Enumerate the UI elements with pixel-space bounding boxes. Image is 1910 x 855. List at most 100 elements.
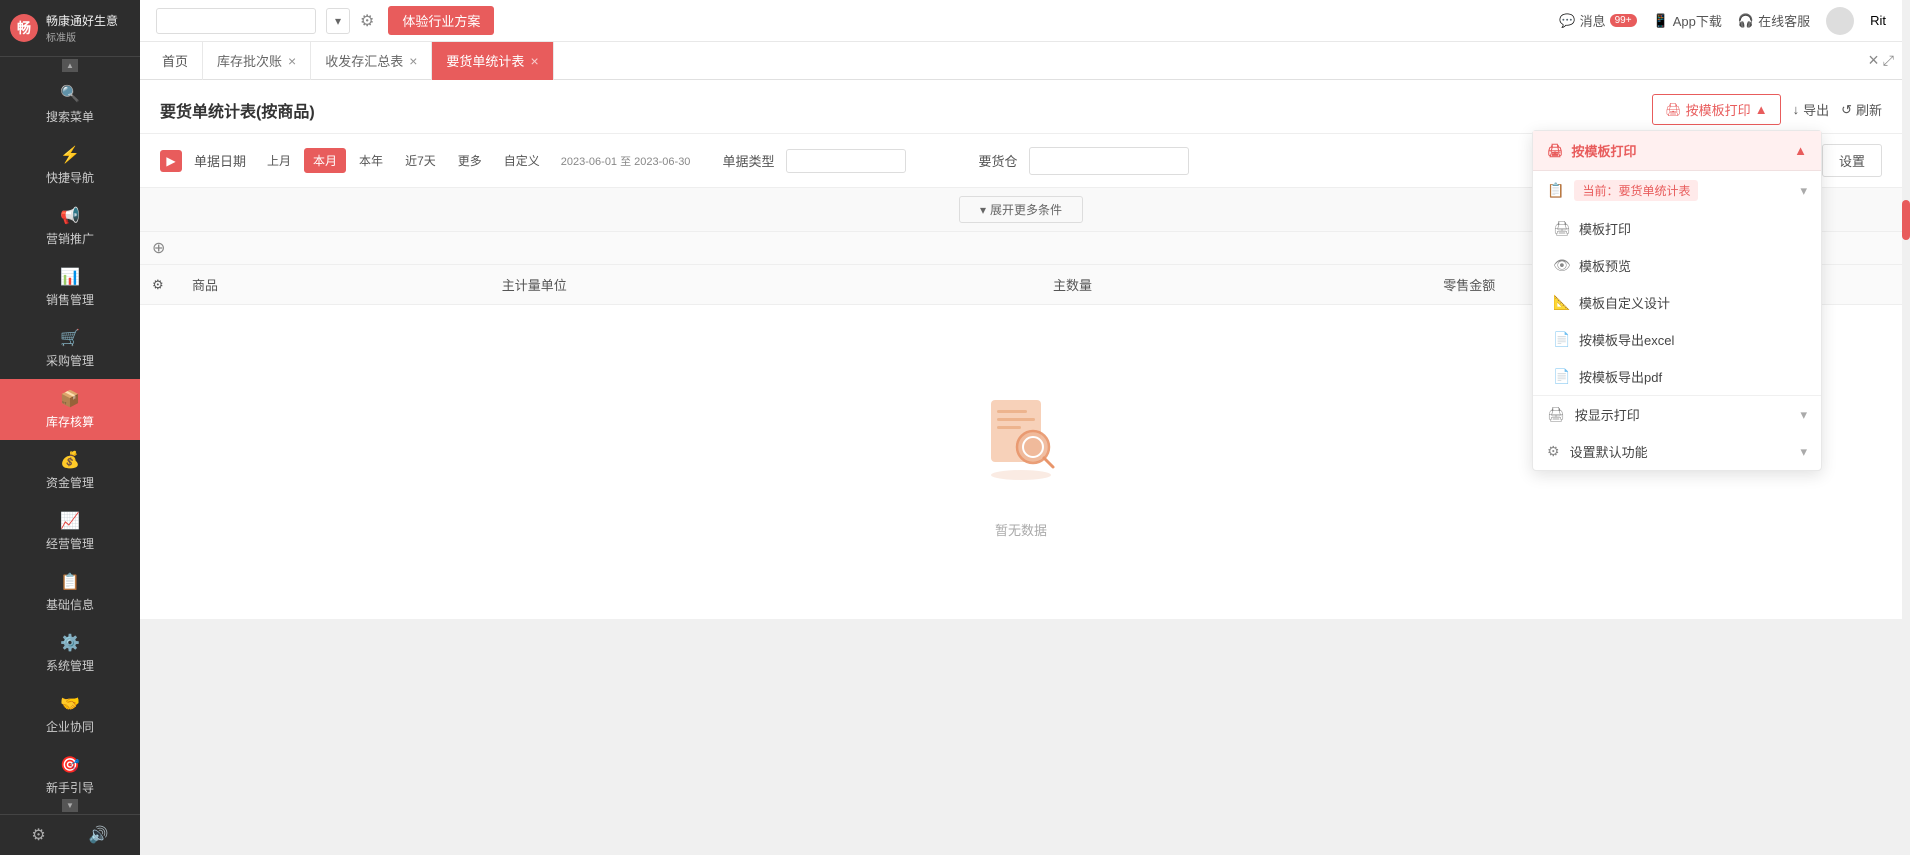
- expand-chevron-icon: ▾: [980, 203, 986, 217]
- demo-btn[interactable]: 体验行业方案: [388, 6, 494, 35]
- sidebar-item-operations[interactable]: 📈 经营管理: [0, 501, 140, 562]
- tab-order-stat-label: 要货单统计表: [446, 51, 524, 70]
- date-more-btn[interactable]: 更多: [449, 148, 491, 173]
- sidebar-item-purchase[interactable]: 🛒 采购管理: [0, 318, 140, 379]
- dropdown-header-left: 🖨 按模板打印: [1547, 141, 1637, 160]
- refresh-btn[interactable]: ↺ 刷新: [1841, 100, 1882, 119]
- sidebar-item-label: 库存核算: [46, 413, 94, 430]
- operations-icon: 📈: [60, 511, 80, 531]
- sidebar-item-shortcut[interactable]: ⚡ 快捷导航: [0, 135, 140, 196]
- guide-icon: 🎯: [60, 755, 80, 775]
- dropdown-set-default-item[interactable]: ⚙ 设置默认功能 ▾: [1533, 433, 1821, 470]
- logo-icon: 畅: [10, 14, 38, 42]
- sidebar-item-search[interactable]: 🔍 搜索菜单: [0, 74, 140, 135]
- date-current-month-btn[interactable]: 本月: [304, 148, 346, 173]
- export-icon: ↓: [1793, 102, 1800, 117]
- message-btn[interactable]: 💬 消息 99+: [1559, 11, 1636, 30]
- tab-close-all-btn[interactable]: ×: [1868, 50, 1879, 71]
- settings-btn[interactable]: 设置: [1822, 144, 1882, 177]
- set-default-icon: ⚙: [1547, 443, 1560, 460]
- app-download-btn[interactable]: 📱 App下载: [1653, 11, 1722, 30]
- date-current-year-btn[interactable]: 本年: [350, 148, 392, 173]
- dropdown-current-item[interactable]: 📋 当前：要货单统计表 ▾: [1533, 171, 1821, 210]
- sidebar-item-label: 资金管理: [46, 474, 94, 491]
- sidebar-item-enterprise[interactable]: 🤝 企业协同: [0, 684, 140, 745]
- export-btn[interactable]: ↓ 导出: [1793, 100, 1830, 119]
- template-preview-label: 模板预览: [1579, 256, 1631, 275]
- sidebar-item-basic[interactable]: 📋 基础信息: [0, 562, 140, 623]
- tab-resize-btn[interactable]: ⤢: [1883, 50, 1894, 71]
- topbar-gear-icon[interactable]: ⚙: [360, 11, 374, 31]
- dropdown-collapse-icon[interactable]: ▲: [1794, 143, 1807, 158]
- message-label: 消息: [1580, 11, 1606, 30]
- content-area: 要货单统计表(按商品) 🖨 按模板打印 ▲ ↓ 导出 ↺ 刷新: [140, 80, 1902, 855]
- purchase-icon: 🛒: [60, 328, 80, 348]
- expand-more-btn[interactable]: ▾ 展开更多条件: [959, 196, 1083, 223]
- tab-order-stat[interactable]: 要货单统计表 ×: [432, 42, 553, 80]
- sidebar-item-marketing[interactable]: 📢 营销推广: [0, 196, 140, 257]
- set-default-label: 设置默认功能: [1570, 442, 1648, 461]
- scroll-up-btn[interactable]: ▲: [62, 59, 78, 72]
- template-print-icon: 🖨: [1553, 220, 1569, 237]
- display-print-chevron-icon: ▾: [1800, 407, 1807, 423]
- sidebar-item-label: 营销推广: [46, 230, 94, 247]
- finance-icon: 💰: [60, 450, 80, 470]
- type-dropdown-select[interactable]: 全部 要货单 调拨单: [786, 149, 906, 173]
- dropdown-display-print-item[interactable]: 🖨 按显示打印 ▾: [1533, 396, 1821, 433]
- message-badge: 99+: [1610, 14, 1637, 27]
- tab-batch-close-icon[interactable]: ×: [288, 53, 296, 69]
- right-scrollbar[interactable]: [1902, 0, 1910, 855]
- search-icon: 🔍: [60, 84, 80, 104]
- dropdown-template-preview-item[interactable]: 👁 模板预览: [1533, 247, 1821, 284]
- template-print-label: 模板打印: [1579, 219, 1631, 238]
- yaohuodan-input[interactable]: [1029, 147, 1189, 175]
- topbar: ▾ ⚙ 体验行业方案 💬 消息 99+ 📱 App下载 🎧 在线客服 Rit: [140, 0, 1902, 42]
- topbar-dropdown-btn[interactable]: ▾: [326, 8, 350, 34]
- dropdown-export-pdf-item[interactable]: 📄 按模板导出pdf: [1533, 358, 1821, 395]
- sidebar-item-finance[interactable]: 💰 资金管理: [0, 440, 140, 501]
- audio-icon[interactable]: 🔊: [89, 825, 109, 845]
- date-filter-label: 单据日期: [194, 151, 246, 170]
- dropdown-set-default-left: ⚙ 设置默认功能: [1547, 442, 1648, 461]
- display-print-label: 按显示打印: [1575, 405, 1640, 424]
- tab-order-stat-close-icon[interactable]: ×: [530, 53, 538, 69]
- template-preview-icon: 👁: [1553, 257, 1569, 274]
- sidebar-item-system[interactable]: ⚙️ 系统管理: [0, 623, 140, 684]
- online-service-label: 在线客服: [1758, 11, 1810, 30]
- print-chevron-up-icon: ▲: [1755, 102, 1768, 117]
- sidebar-item-label: 快捷导航: [46, 169, 94, 186]
- dropdown-template-print-item[interactable]: 🖨 模板打印: [1533, 210, 1821, 247]
- empty-icon: [971, 385, 1071, 504]
- expand-more-label: 展开更多条件: [990, 201, 1062, 218]
- tab-collect-label: 收发存汇总表: [325, 51, 403, 70]
- tabs-bar: 首页 库存批次账 × 收发存汇总表 × 要货单统计表 × × ⤢: [140, 42, 1902, 80]
- tab-batch[interactable]: 库存批次账 ×: [203, 42, 311, 80]
- print-template-btn[interactable]: 🖨 按模板打印 ▲: [1652, 94, 1780, 125]
- sidebar-item-guide[interactable]: 🎯 新手引导: [0, 745, 140, 797]
- display-print-icon: 🖨: [1547, 406, 1565, 423]
- date-custom-btn[interactable]: 自定义: [495, 148, 549, 173]
- export-pdf-icon: 📄: [1553, 368, 1569, 385]
- export-excel-icon: 📄: [1553, 331, 1569, 348]
- dropdown-export-excel-item[interactable]: 📄 按模板导出excel: [1533, 321, 1821, 358]
- chevron-down-icon: ▾: [335, 14, 341, 28]
- avatar[interactable]: [1826, 7, 1854, 35]
- date-prev-month-btn[interactable]: 上月: [258, 148, 300, 173]
- dropdown-template-design-item[interactable]: 📐 模板自定义设计: [1533, 284, 1821, 321]
- filter-expand-arrow-btn[interactable]: ▶: [160, 150, 182, 172]
- online-service-btn[interactable]: 🎧 在线客服: [1738, 11, 1810, 30]
- user-name: Rit: [1870, 13, 1886, 28]
- sidebar-item-sales[interactable]: 📊 销售管理: [0, 257, 140, 318]
- topbar-search-input[interactable]: [156, 8, 316, 34]
- scrollbar-thumb[interactable]: [1902, 200, 1910, 240]
- col-unit-header: 主计量单位: [490, 265, 1041, 305]
- sidebar-item-inventory[interactable]: 📦 库存核算: [0, 379, 140, 440]
- tab-collect-close-icon[interactable]: ×: [409, 53, 417, 69]
- export-label: 导出: [1803, 100, 1829, 119]
- scroll-down-btn[interactable]: ▼: [62, 799, 78, 812]
- tab-home[interactable]: 首页: [148, 42, 203, 80]
- settings-icon[interactable]: ⚙: [31, 825, 45, 845]
- tab-collect[interactable]: 收发存汇总表 ×: [311, 42, 432, 80]
- date-last7-btn[interactable]: 近7天: [396, 148, 445, 173]
- column-settings-btn[interactable]: ⊕: [152, 238, 165, 258]
